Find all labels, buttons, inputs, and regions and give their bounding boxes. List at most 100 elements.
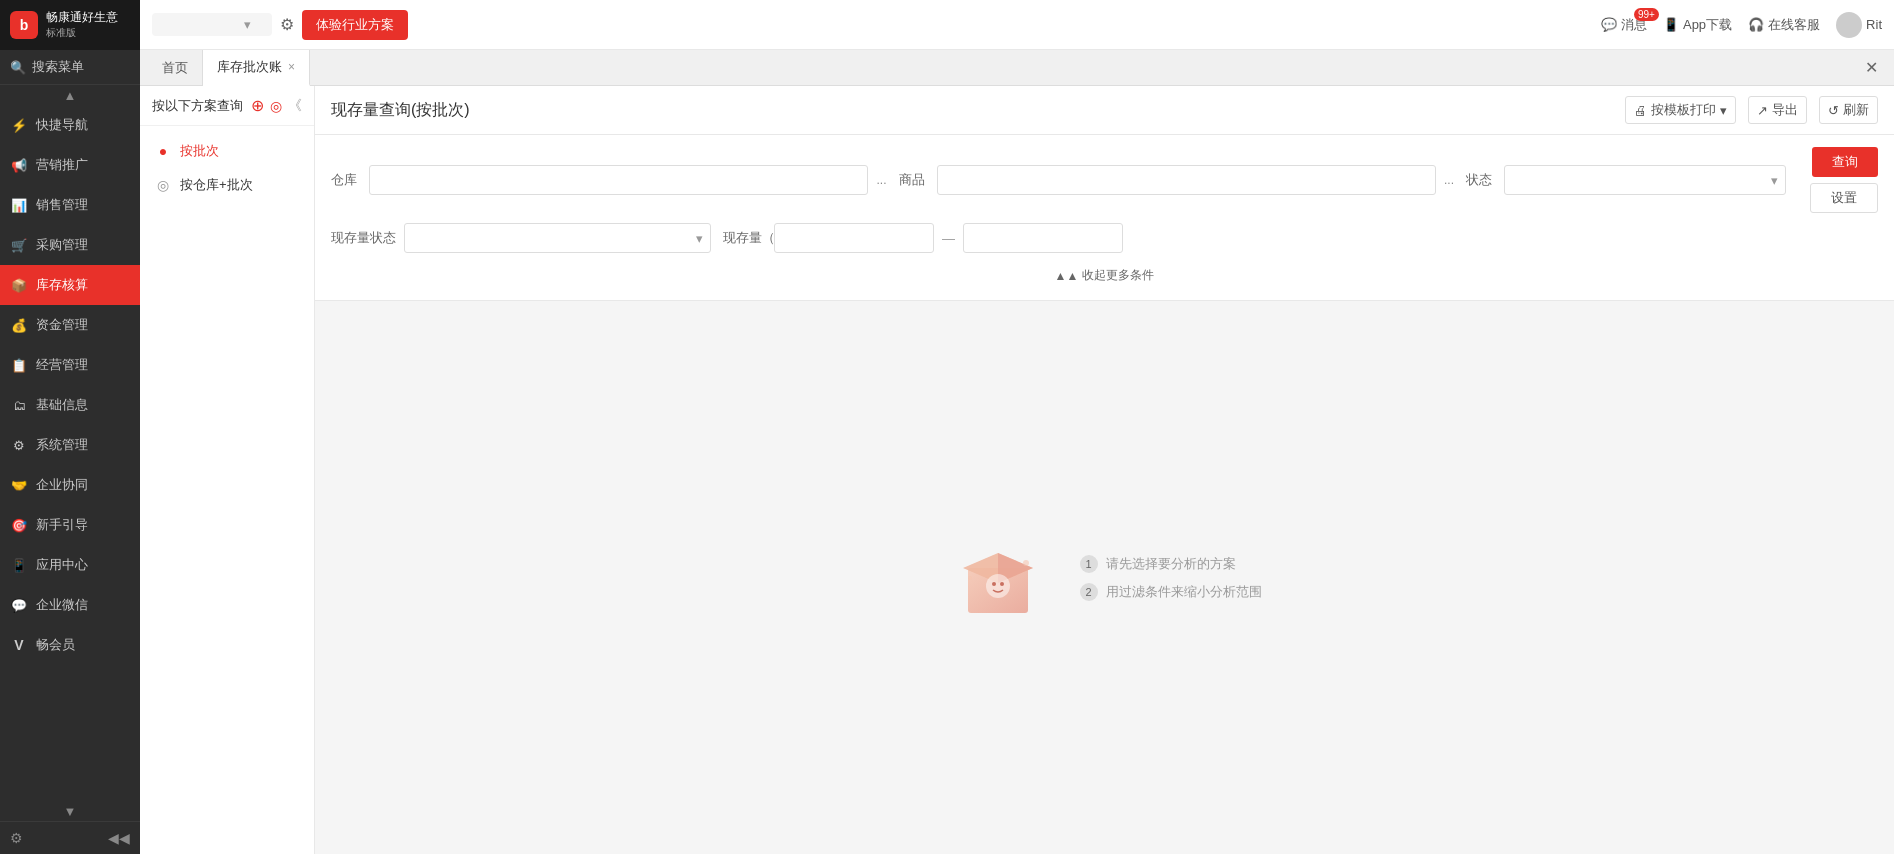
settings-button[interactable]: 设置 [1810,183,1878,213]
sidebar-scroll-up[interactable]: ▲ [0,85,140,105]
status-select[interactable] [1504,165,1786,195]
topbar-search-area[interactable]: ▾ [152,13,272,36]
sidebar-nav: ⚡ 快捷导航 📢 营销推广 📊 销售管理 🛒 采购管理 📦 库存核算 💰 资金管… [0,105,140,801]
sidebar: b 畅康通好生意 标准版 🔍 搜索菜单 ▲ ⚡ 快捷导航 📢 营销推广 📊 销售… [0,0,140,854]
app-download-button[interactable]: 📱 App下载 [1663,16,1732,34]
sidebar-item-label: 资金管理 [36,316,88,334]
stock-qty-label: 现存量（主） [723,229,766,247]
newbie-icon: 🎯 [10,516,28,534]
manage-scheme-button[interactable]: ◎ [270,98,282,114]
collapse-filter-button[interactable]: ▲▲ 收起更多条件 [331,263,1878,288]
empty-state-illustration [948,528,1048,628]
marketing-icon: 📢 [10,156,28,174]
warehouse-more-button[interactable]: ... [876,173,886,187]
message-button[interactable]: 💬 消息 99+ [1601,16,1647,34]
sidebar-item-wechat[interactable]: 💬 企业微信 [0,585,140,625]
topbar-chevron-icon[interactable]: ▾ [244,17,251,32]
empty-tip-2: 2 用过滤条件来缩小分析范围 [1080,583,1262,601]
message-icon: 💬 [1601,17,1617,32]
sidebar-item-enterprise[interactable]: 🤝 企业协同 [0,465,140,505]
system-icon: ⚙ [10,436,28,454]
sidebar-search[interactable]: 🔍 搜索菜单 [0,50,140,85]
tab-close-right-icon[interactable]: ✕ [1857,58,1886,77]
topbar-right: 💬 消息 99+ 📱 App下载 🎧 在线客服 Rit [1601,12,1882,38]
stock-qty-to-input[interactable] [963,223,1123,253]
empty-state-content: 1 请先选择要分析的方案 2 用过滤条件来缩小分析范围 [948,528,1262,628]
sidebar-item-operation[interactable]: 📋 经营管理 [0,345,140,385]
topbar-search-input[interactable] [160,17,240,32]
add-scheme-button[interactable]: ⊕ [251,96,264,115]
refresh-button[interactable]: ↺ 刷新 [1819,96,1878,124]
operation-icon: 📋 [10,356,28,374]
filter-action-buttons: 查询 设置 [1810,147,1878,213]
sidebar-item-label: 库存核算 [36,276,88,294]
quick-nav-icon: ⚡ [10,116,28,134]
collapse-sidebar-icon[interactable]: ◀◀ [108,830,130,846]
print-chevron-icon[interactable]: ▾ [1720,103,1727,118]
user-name: Rit [1866,17,1882,32]
stock-status-filter-group: 现存量状态 ▾ [331,223,711,253]
collapse-filter-label: 收起更多条件 [1082,267,1154,284]
page-actions: 🖨 按模板打印 ▾ ↗ 导出 ↺ 刷新 [1625,96,1878,124]
tab-active-label: 库存批次账 [217,58,282,76]
sidebar-item-system[interactable]: ⚙ 系统管理 [0,425,140,465]
tab-close-icon[interactable]: × [288,60,295,74]
app-name: 畅康通好生意 [46,10,118,26]
user-avatar [1836,12,1862,38]
refresh-icon: ↺ [1828,103,1839,118]
sidebar-item-purchase[interactable]: 🛒 采购管理 [0,225,140,265]
sidebar-item-vip[interactable]: V 畅会员 [0,625,140,665]
sidebar-item-app-center[interactable]: 📱 应用中心 [0,545,140,585]
print-button[interactable]: 🖨 按模板打印 ▾ [1625,96,1736,124]
tip-num-1: 1 [1080,555,1098,573]
sidebar-footer: ⚙ ◀◀ [0,821,140,854]
sidebar-item-basics[interactable]: 🗂 基础信息 [0,385,140,425]
refresh-label: 刷新 [1843,101,1869,119]
sidebar-item-finance[interactable]: 💰 资金管理 [0,305,140,345]
left-panel: 按以下方案查询 ⊕ ◎ 《 ● 按批次 ◎ 按仓库+批次 [140,86,315,854]
tab-home-label: 首页 [162,59,188,77]
warehouse-input[interactable] [369,165,868,195]
user-menu[interactable]: Rit [1836,12,1882,38]
export-label: 导出 [1772,101,1798,119]
export-button[interactable]: ↗ 导出 [1748,96,1807,124]
collapse-left-panel-button[interactable]: 《 [288,97,302,115]
content-area: 按以下方案查询 ⊕ ◎ 《 ● 按批次 ◎ 按仓库+批次 [140,86,1894,854]
stock-qty-from-input[interactable] [774,223,934,253]
service-icon: 🎧 [1748,17,1764,32]
stock-status-select[interactable] [404,223,711,253]
sidebar-item-label: 采购管理 [36,236,88,254]
topbar-gear-icon[interactable]: ⚙ [280,15,294,34]
collapse-arrow-icon: ▲▲ [1055,269,1079,283]
online-service-button[interactable]: 🎧 在线客服 [1748,16,1820,34]
filter-row-1: 仓库 ... 商品 ... 状态 [331,147,1878,213]
sidebar-scroll-down[interactable]: ▼ [0,801,140,821]
trial-button[interactable]: 体验行业方案 [302,10,408,40]
sidebar-item-marketing[interactable]: 📢 营销推广 [0,145,140,185]
filter-row-2: 现存量状态 ▾ 现存量（主） — [331,223,1878,253]
scheme-by-warehouse-batch[interactable]: ◎ 按仓库+批次 [140,168,314,202]
tabbar: 首页 库存批次账 × ✕ [140,50,1894,86]
product-input[interactable] [937,165,1436,195]
tip-text-2: 用过滤条件来缩小分析范围 [1106,583,1262,601]
stock-status-label: 现存量状态 [331,229,396,247]
left-panel-title: 按以下方案查询 [152,97,243,115]
sidebar-brand-info: 畅康通好生意 标准版 [46,10,118,40]
sidebar-item-inventory[interactable]: 📦 库存核算 [0,265,140,305]
status-label: 状态 [1466,171,1496,189]
export-icon: ↗ [1757,103,1768,118]
tab-home[interactable]: 首页 [148,50,203,86]
sidebar-item-sales[interactable]: 📊 销售管理 [0,185,140,225]
scheme-by-warehouse-batch-label: 按仓库+批次 [180,176,253,194]
sidebar-item-quick-nav[interactable]: ⚡ 快捷导航 [0,105,140,145]
sidebar-item-label: 基础信息 [36,396,88,414]
product-more-button[interactable]: ... [1444,173,1454,187]
sidebar-item-newbie[interactable]: 🎯 新手引导 [0,505,140,545]
scheme-by-batch[interactable]: ● 按批次 [140,134,314,168]
settings-footer-icon[interactable]: ⚙ [10,830,23,846]
tab-inventory-batch[interactable]: 库存批次账 × [203,50,310,86]
product-filter-group: 商品 ... [899,165,1455,195]
tip-num-2: 2 [1080,583,1098,601]
query-button[interactable]: 查询 [1812,147,1878,177]
service-label: 在线客服 [1768,16,1820,34]
